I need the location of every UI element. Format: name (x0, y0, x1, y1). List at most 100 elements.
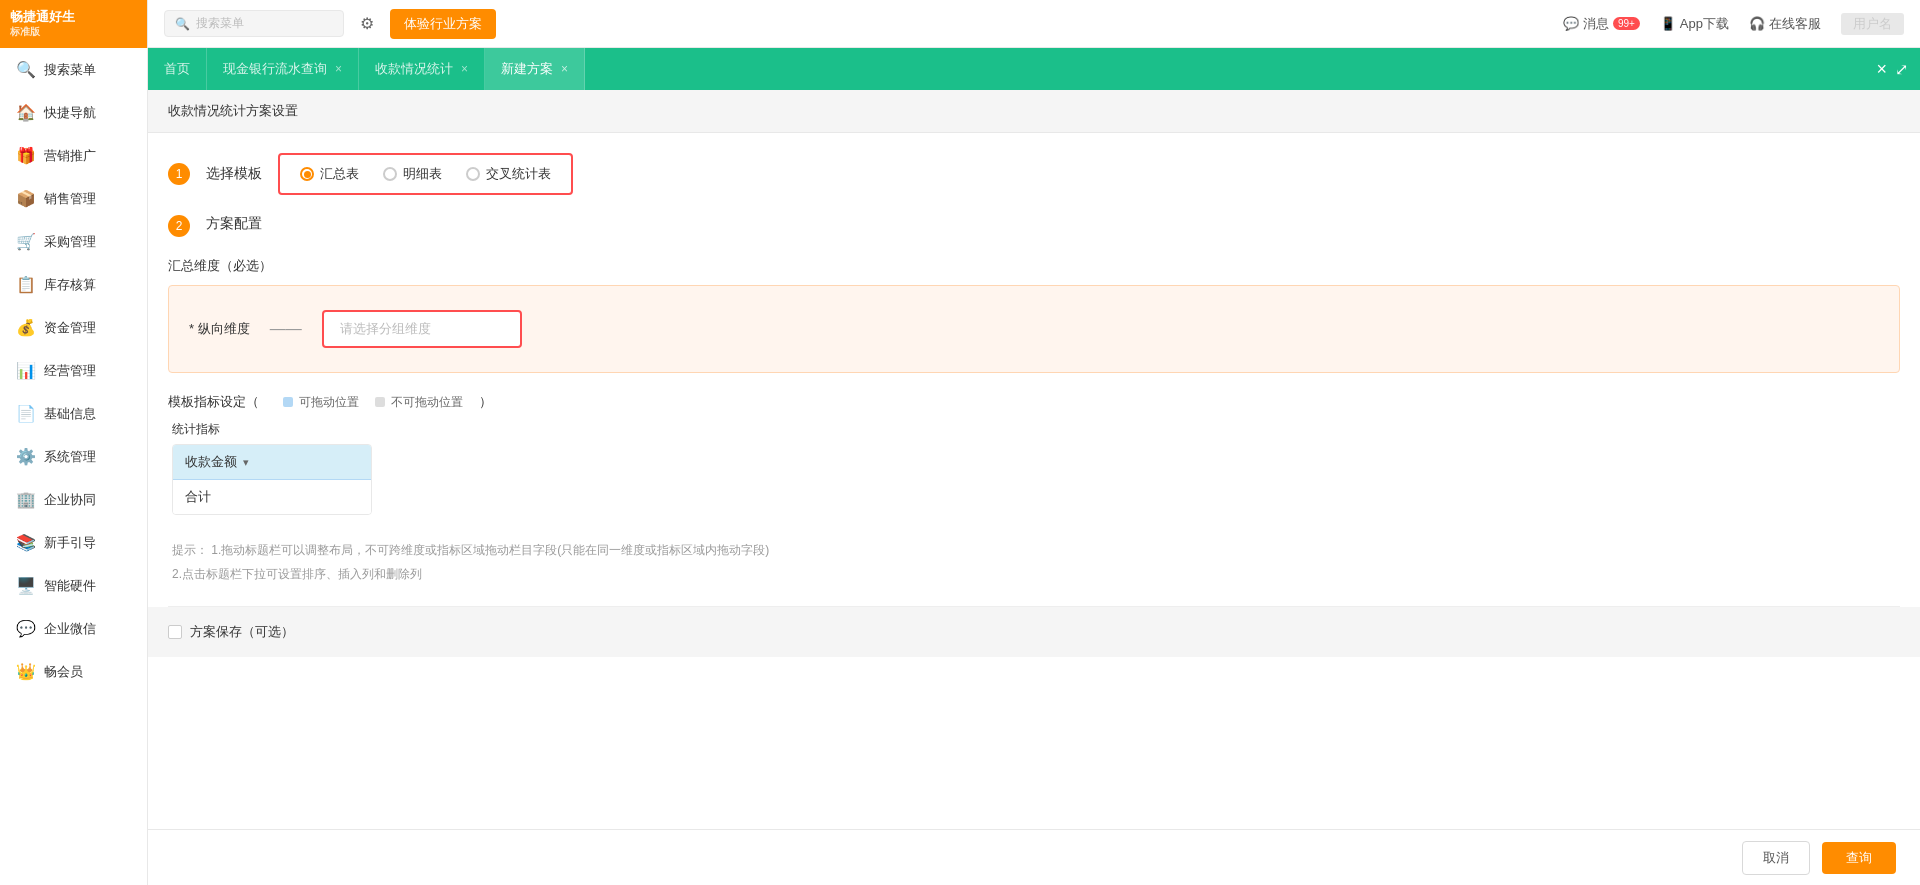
movable-dot (283, 397, 293, 407)
sidebar-item-企业协同[interactable]: 🏢 企业协同 (0, 478, 147, 521)
search-box[interactable]: 🔍 搜索菜单 (164, 10, 344, 37)
close-window-icon[interactable]: × (1876, 59, 1887, 80)
sidebar-item-营销推广[interactable]: 🎁 营销推广 (0, 134, 147, 177)
sidebar-item-label: 系统管理 (44, 448, 96, 466)
radio-summary-label: 汇总表 (320, 165, 359, 183)
dim-input[interactable]: 请选择分组维度 (322, 310, 522, 348)
indicator-title-part2: ） (479, 393, 492, 411)
step1-row: 1 选择模板 汇总表 明细表 交叉统计表 (168, 153, 1900, 195)
radio-detail-label: 明细表 (403, 165, 442, 183)
tab-收款情况统计[interactable]: 收款情况统计× (359, 48, 485, 90)
radio-circle-detail (383, 167, 397, 181)
logo-main-text: 畅捷通好生 (10, 9, 75, 25)
tab-close-icon[interactable]: × (561, 62, 568, 76)
sidebar-icon: ⚙️ (16, 447, 36, 466)
radio-detail[interactable]: 明细表 (383, 165, 442, 183)
tip-section: 提示： 1.拖动标题栏可以调整布局，不可跨维度或指标区域拖动栏目字段(只能在同一… (168, 538, 1900, 586)
topbar: 🔍 搜索菜单 ⚙ 体验行业方案 💬 消息 99+ 📱 App下载 🎧 在线客服 … (148, 0, 1920, 48)
tab-close-icon[interactable]: × (461, 62, 468, 76)
expand-icon[interactable]: ⤢ (1895, 60, 1908, 79)
notification-badge: 99+ (1613, 17, 1640, 30)
tab-label: 新建方案 (501, 60, 553, 78)
sidebar-icon: 🔍 (16, 60, 36, 79)
sidebar-item-label: 库存核算 (44, 276, 96, 294)
search-placeholder: 搜索菜单 (196, 15, 244, 32)
notification-item[interactable]: 💬 消息 99+ (1563, 15, 1640, 33)
fixed-label: 不可拖动位置 (391, 394, 463, 411)
stat-label: 统计指标 (172, 421, 1900, 438)
online-support-item[interactable]: 🎧 在线客服 (1749, 15, 1821, 33)
sidebar-icon: 🎁 (16, 146, 36, 165)
step1-label: 选择模板 (206, 165, 262, 183)
online-support-label: 在线客服 (1769, 15, 1821, 33)
dropdown-chevron-icon[interactable]: ▾ (243, 456, 249, 469)
drag-legend: 可拖动位置 不可拖动位置 (283, 394, 463, 411)
trial-button[interactable]: 体验行业方案 (390, 9, 496, 39)
sidebar-icon: 📦 (16, 189, 36, 208)
user-info[interactable]: 用户名 (1841, 13, 1904, 35)
sidebar-item-销售管理[interactable]: 📦 销售管理 (0, 177, 147, 220)
sidebar-item-label: 快捷导航 (44, 104, 96, 122)
sidebar-item-企业微信[interactable]: 💬企业微信 (0, 607, 147, 650)
query-button[interactable]: 查询 (1822, 842, 1896, 874)
tab-现金银行流水查询[interactable]: 现金银行流水查询 × (207, 48, 359, 90)
dimension-area: * 纵向维度 —— 请选择分组维度 (168, 285, 1900, 373)
tip-1: 提示： 1.拖动标题栏可以调整布局，不可跨维度或指标区域拖动栏目字段(只能在同一… (172, 538, 1896, 562)
sidebar-item-新手引导[interactable]: 📚新手引导 (0, 521, 147, 564)
radio-cross[interactable]: 交叉统计表 (466, 165, 551, 183)
sidebar-icon: 📄 (16, 404, 36, 423)
indicator-col-label: 收款金额 (185, 453, 237, 471)
sidebar-item-label: 智能硬件 (44, 577, 96, 595)
app-download-item[interactable]: 📱 App下载 (1660, 15, 1729, 33)
support-icon: 🎧 (1749, 16, 1765, 31)
message-icon: 💬 (1563, 16, 1579, 31)
download-icon: 📱 (1660, 16, 1676, 31)
page-header: 收款情况统计方案设置 (148, 90, 1920, 133)
sidebar-icon: 📋 (16, 275, 36, 294)
sidebar-item-基础信息[interactable]: 📄 基础信息 (0, 392, 147, 435)
tab-新建方案[interactable]: 新建方案 × (485, 48, 585, 90)
indicator-row-total: 合计 (173, 480, 371, 514)
tab-close-icon[interactable]: × (335, 62, 342, 76)
tab-label: 现金银行流水查询 (223, 60, 327, 78)
sidebar-item-label: 基础信息 (44, 405, 96, 423)
sidebar-item-资金管理[interactable]: 💰资金管理 (0, 306, 147, 349)
content-area: 收款情况统计方案设置 1 选择模板 汇总表 明细表 (148, 90, 1920, 885)
radio-summary[interactable]: 汇总表 (300, 165, 359, 183)
indicator-grid-wrapper: 统计指标 收款金额 ▾ 合计 (172, 421, 1900, 518)
tab-label: 首页 (164, 60, 190, 78)
sidebar-nav: 🔍搜索菜单🏠快捷导航 🎁 营销推广 📦 销售管理 🛒采购管理 📋 库存核算 💰资金管理📊经营管理… (0, 48, 147, 885)
sidebar-item-系统管理[interactable]: ⚙️ 系统管理 (0, 435, 147, 478)
sidebar-item-label: 企业协同 (44, 491, 96, 509)
cancel-button[interactable]: 取消 (1742, 841, 1810, 875)
vertical-dim-label: * 纵向维度 (189, 320, 250, 338)
gear-icon[interactable]: ⚙ (360, 14, 374, 33)
sidebar-item-畅会员[interactable]: 👑畅会员 (0, 650, 147, 693)
tabbar: 首页现金银行流水查询×收款情况统计×新建方案× × ⤢ (148, 48, 1920, 90)
notification-label: 消息 (1583, 15, 1609, 33)
sidebar-item-智能硬件[interactable]: 🖥️智能硬件 (0, 564, 147, 607)
tab-首页[interactable]: 首页 (148, 48, 207, 90)
indicator-header[interactable]: 收款金额 ▾ (173, 445, 371, 480)
sidebar-item-搜索菜单[interactable]: 🔍搜索菜单 (0, 48, 147, 91)
sidebar-item-经营管理[interactable]: 📊经营管理 (0, 349, 147, 392)
save-checkbox[interactable] (168, 625, 182, 639)
sidebar-icon: 🏢 (16, 490, 36, 509)
content-inner: 收款情况统计方案设置 1 选择模板 汇总表 明细表 (148, 90, 1920, 885)
fixed-dot (375, 397, 385, 407)
topbar-right: 💬 消息 99+ 📱 App下载 🎧 在线客服 用户名 (1563, 13, 1904, 35)
indicator-grid: 收款金额 ▾ 合计 (172, 444, 372, 515)
indicator-section: 模板指标设定（ 可拖动位置 不可拖动位置 (168, 393, 1900, 518)
sidebar-item-快捷导航[interactable]: 🏠快捷导航 (0, 91, 147, 134)
sidebar-icon: 💬 (16, 619, 36, 638)
sidebar-item-库存核算[interactable]: 📋 库存核算 (0, 263, 147, 306)
sidebar-item-label: 销售管理 (44, 190, 96, 208)
sidebar-icon: 🛒 (16, 232, 36, 251)
sidebar-item-label: 新手引导 (44, 534, 96, 552)
sidebar-item-采购管理[interactable]: 🛒采购管理 (0, 220, 147, 263)
main-section: 1 选择模板 汇总表 明细表 交叉统计表 (148, 133, 1920, 606)
sidebar-item-label: 营销推广 (44, 147, 96, 165)
radio-circle-cross (466, 167, 480, 181)
config-section: 汇总维度（必选） * 纵向维度 —— 请选择分组维度 模板指标设定（ (168, 257, 1900, 586)
template-options: 汇总表 明细表 交叉统计表 (278, 153, 573, 195)
